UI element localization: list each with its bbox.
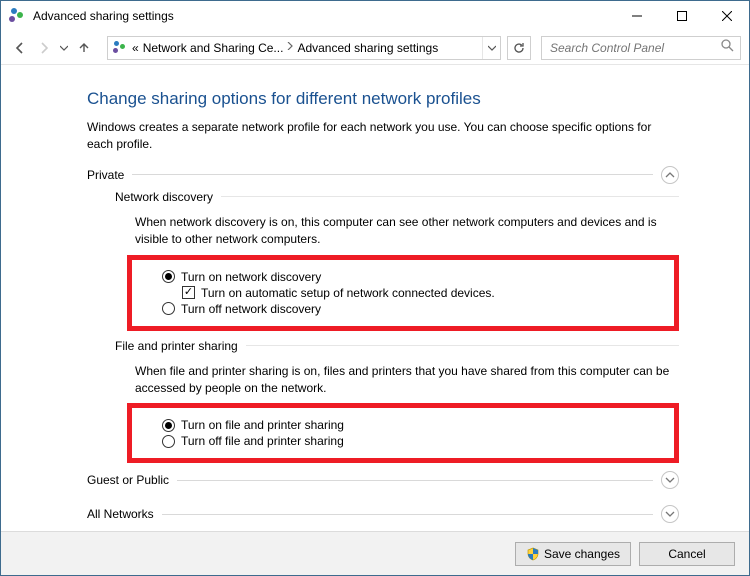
breadcrumb-current[interactable]: Advanced sharing settings (297, 41, 438, 55)
cancel-button[interactable]: Cancel (639, 542, 735, 566)
footer-bar: Save changes Cancel (1, 531, 749, 575)
radio-fps-off[interactable]: Turn off file and printer sharing (162, 434, 654, 448)
recent-dropdown[interactable] (57, 37, 71, 59)
maximize-button[interactable] (659, 1, 704, 31)
radio-label: Turn off network discovery (181, 302, 321, 316)
cancel-label: Cancel (668, 547, 705, 561)
app-icon (9, 8, 25, 24)
radio-label: Turn off file and printer sharing (181, 434, 344, 448)
nav-bar: « Network and Sharing Ce... Advanced sha… (1, 31, 749, 65)
breadcrumb-prefix: « (132, 41, 139, 55)
network-discovery-description: When network discovery is on, this compu… (135, 214, 671, 249)
checkbox-label: Turn on automatic setup of network conne… (201, 286, 495, 300)
address-bar[interactable]: « Network and Sharing Ce... Advanced sha… (107, 36, 501, 60)
address-dropdown[interactable] (482, 37, 500, 59)
section-private-label: Private (87, 168, 124, 182)
minimize-button[interactable] (614, 1, 659, 31)
radio-label: Turn on network discovery (181, 270, 321, 284)
checkbox-icon: ✓ (182, 286, 195, 299)
search-box[interactable] (541, 36, 741, 60)
radio-icon (162, 270, 175, 283)
location-icon (112, 40, 128, 56)
file-printer-sharing-description: When file and printer sharing is on, fil… (135, 363, 671, 398)
radio-icon (162, 435, 175, 448)
subheading-file-printer-sharing: File and printer sharing (115, 339, 679, 353)
network-discovery-options: Turn on network discovery ✓ Turn on auto… (127, 255, 679, 331)
file-printer-sharing-options: Turn on file and printer sharing Turn of… (127, 403, 679, 463)
window-frame: Advanced sharing settings (0, 0, 750, 576)
page-title: Change sharing options for different net… (87, 89, 679, 109)
section-guest-header[interactable]: Guest or Public (87, 471, 679, 489)
close-button[interactable] (704, 1, 749, 31)
save-changes-button[interactable]: Save changes (515, 542, 631, 566)
section-all-label: All Networks (87, 507, 154, 521)
up-button[interactable] (73, 37, 95, 59)
shield-icon (526, 547, 540, 561)
chevron-right-icon[interactable] (283, 42, 297, 53)
window-title: Advanced sharing settings (33, 9, 614, 23)
refresh-button[interactable] (507, 36, 531, 60)
page-description: Windows creates a separate network profi… (87, 119, 679, 154)
forward-button[interactable] (33, 37, 55, 59)
checkbox-auto-setup[interactable]: ✓ Turn on automatic setup of network con… (182, 286, 654, 300)
section-private-header[interactable]: Private (87, 166, 679, 184)
radio-fps-on[interactable]: Turn on file and printer sharing (162, 418, 654, 432)
section-all-header[interactable]: All Networks (87, 505, 679, 523)
subheading-network-discovery: Network discovery (115, 190, 679, 204)
back-button[interactable] (9, 37, 31, 59)
save-changes-label: Save changes (544, 547, 620, 561)
radio-icon (162, 419, 175, 432)
chevron-down-icon[interactable] (661, 505, 679, 523)
radio-netdisc-on[interactable]: Turn on network discovery (162, 270, 654, 284)
radio-label: Turn on file and printer sharing (181, 418, 344, 432)
section-guest-label: Guest or Public (87, 473, 169, 487)
radio-icon (162, 302, 175, 315)
chevron-down-icon[interactable] (661, 471, 679, 489)
search-icon[interactable] (720, 38, 734, 57)
radio-netdisc-off[interactable]: Turn off network discovery (162, 302, 654, 316)
window-controls (614, 1, 749, 31)
titlebar: Advanced sharing settings (1, 1, 749, 31)
breadcrumb-parent[interactable]: Network and Sharing Ce... (143, 41, 284, 55)
search-input[interactable] (548, 40, 720, 56)
chevron-up-icon[interactable] (661, 166, 679, 184)
content-area: Change sharing options for different net… (1, 65, 749, 531)
